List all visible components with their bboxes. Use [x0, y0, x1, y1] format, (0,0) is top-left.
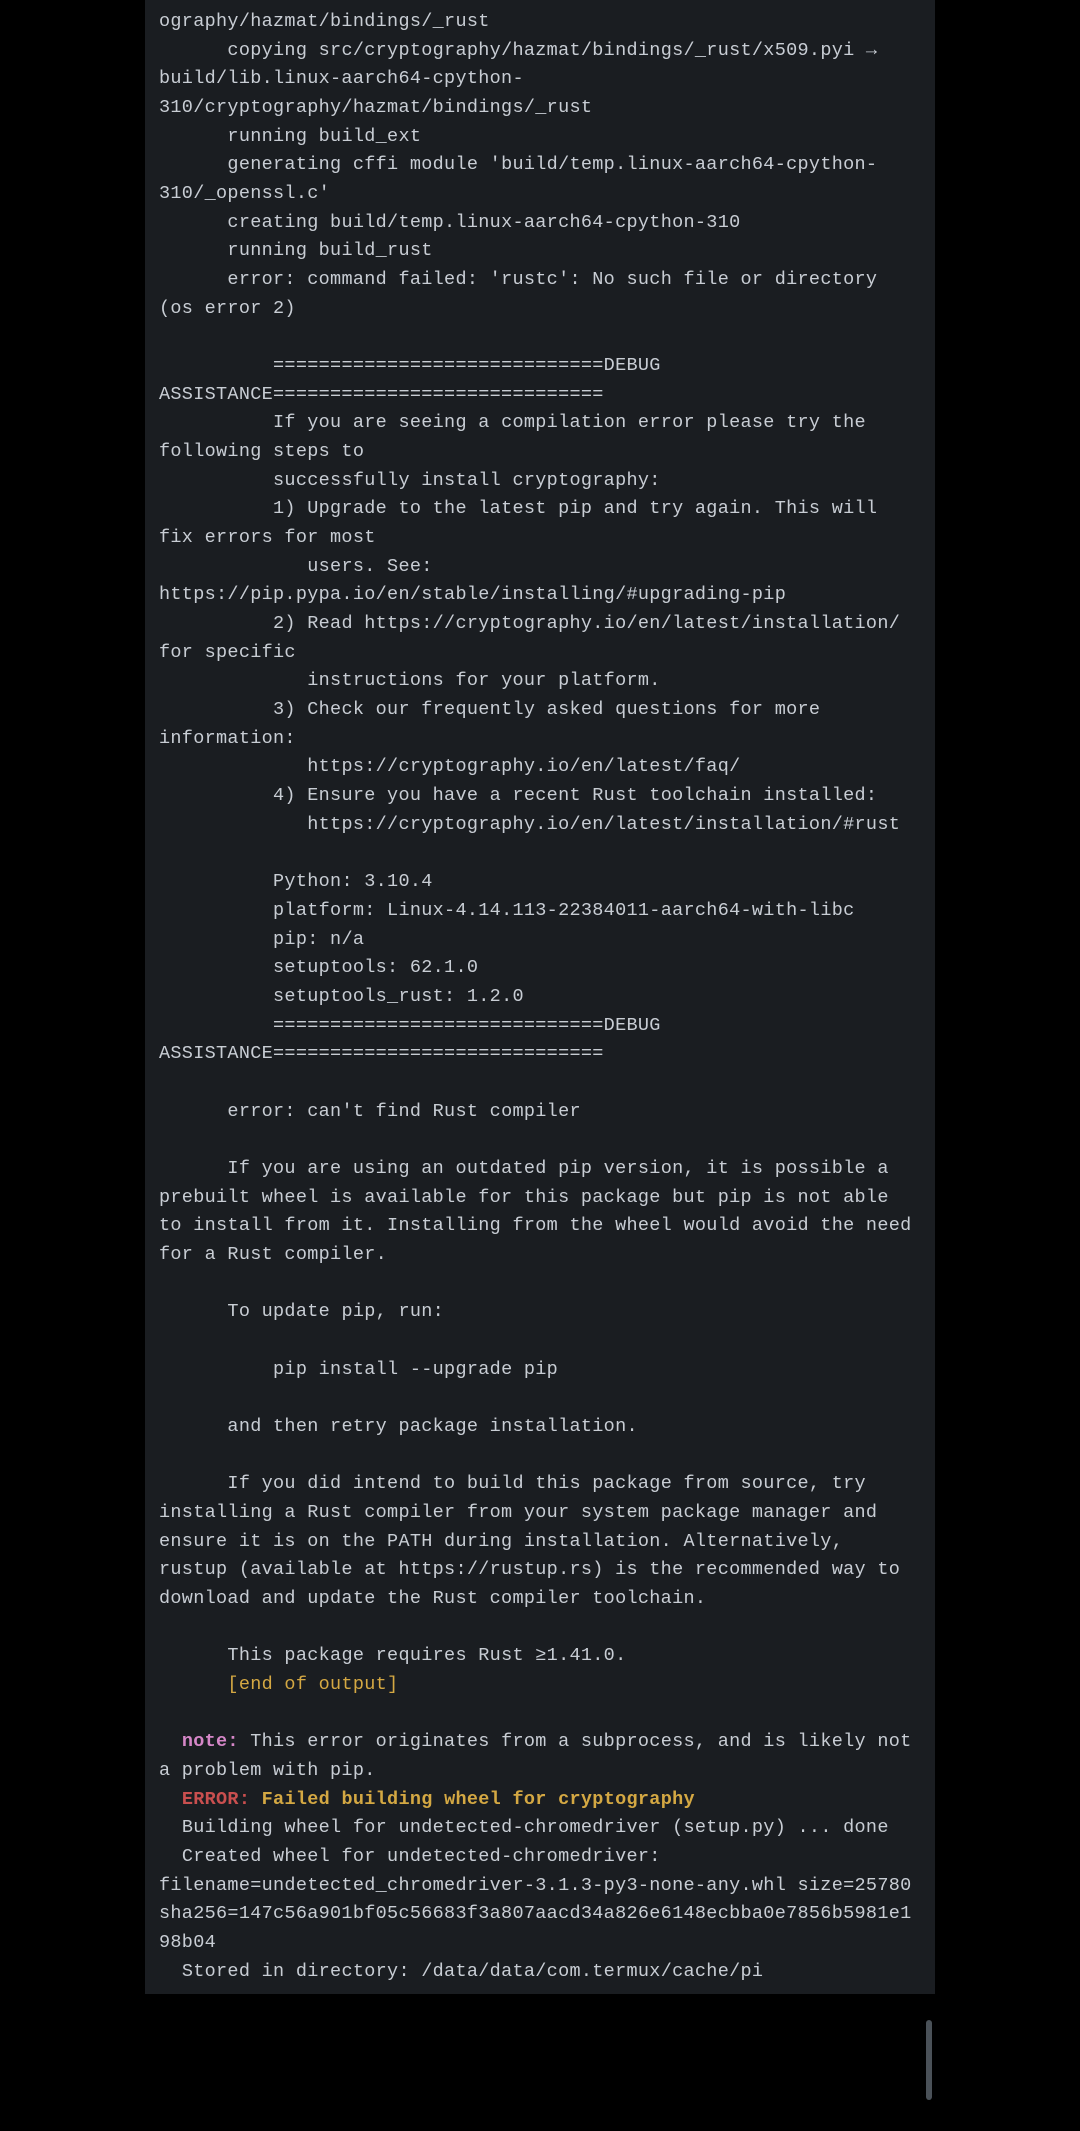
- terminal-line: [159, 1700, 921, 1729]
- terminal-line: [159, 839, 921, 868]
- terminal-line: Python: 3.10.4: [159, 868, 921, 897]
- terminal-line: [159, 1442, 921, 1471]
- terminal-line: 3) Check our frequently asked questions …: [159, 696, 921, 753]
- terminal-line: Stored in directory: /data/data/com.term…: [159, 1958, 921, 1987]
- terminal-container: ography/hazmat/bindings/_rust copying sr…: [145, 0, 935, 1994]
- terminal-line: Created wheel for undetected-chromedrive…: [159, 1843, 921, 1958]
- terminal-line: instructions for your platform.: [159, 667, 921, 696]
- terminal-line: pip: n/a: [159, 926, 921, 955]
- terminal-line: 4) Ensure you have a recent Rust toolcha…: [159, 782, 921, 811]
- terminal-line: error: command failed: 'rustc': No such …: [159, 266, 921, 323]
- terminal-line: error: can't find Rust compiler: [159, 1098, 921, 1127]
- terminal-line: running build_ext: [159, 123, 921, 152]
- terminal-line: =============================DEBUG ASSIS…: [159, 352, 921, 409]
- terminal-line: [159, 1614, 921, 1643]
- terminal-line: [159, 323, 921, 352]
- terminal-line: successfully install cryptography:: [159, 467, 921, 496]
- terminal-line-end-output: [end of output]: [159, 1671, 921, 1700]
- terminal-line-note: note: This error originates from a subpr…: [159, 1728, 921, 1785]
- error-label: ERROR:: [159, 1789, 250, 1810]
- terminal-line: platform: Linux-4.14.113-22384011-aarch6…: [159, 897, 921, 926]
- terminal-line: To update pip, run:: [159, 1298, 921, 1327]
- terminal-line: Building wheel for undetected-chromedriv…: [159, 1814, 921, 1843]
- terminal-line: If you are seeing a compilation error pl…: [159, 409, 921, 466]
- terminal-line: If you are using an outdated pip version…: [159, 1155, 921, 1270]
- terminal-line: https://cryptography.io/en/latest/faq/: [159, 753, 921, 782]
- terminal-line: 2) Read https://cryptography.io/en/lates…: [159, 610, 921, 667]
- terminal-line: running build_rust: [159, 237, 921, 266]
- note-label: note:: [159, 1731, 239, 1752]
- terminal-line: ography/hazmat/bindings/_rust: [159, 8, 921, 37]
- terminal-line: [159, 1126, 921, 1155]
- note-text: This error originates from a subprocess,…: [159, 1731, 923, 1781]
- terminal-line: setuptools_rust: 1.2.0: [159, 983, 921, 1012]
- terminal-line: users. See: https://pip.pypa.io/en/stabl…: [159, 553, 921, 610]
- terminal-line: [159, 1384, 921, 1413]
- terminal-line: and then retry package installation.: [159, 1413, 921, 1442]
- terminal-line: https://cryptography.io/en/latest/instal…: [159, 811, 921, 840]
- terminal-line: pip install --upgrade pip: [159, 1356, 921, 1385]
- terminal-line: setuptools: 62.1.0: [159, 954, 921, 983]
- terminal-line: copying src/cryptography/hazmat/bindings…: [159, 37, 921, 123]
- error-text: Failed building wheel for cryptography: [250, 1789, 695, 1810]
- terminal-line: This package requires Rust ≥1.41.0.: [159, 1642, 921, 1671]
- terminal-line: generating cffi module 'build/temp.linux…: [159, 151, 921, 208]
- terminal-line: =============================DEBUG ASSIS…: [159, 1012, 921, 1069]
- scrollbar[interactable]: [926, 2020, 932, 2100]
- terminal-line: [159, 1270, 921, 1299]
- terminal-line: [159, 1327, 921, 1356]
- terminal-output[interactable]: ography/hazmat/bindings/_rust copying sr…: [159, 8, 921, 1986]
- terminal-line-error: ERROR: Failed building wheel for cryptog…: [159, 1786, 921, 1815]
- terminal-line: creating build/temp.linux-aarch64-cpytho…: [159, 209, 921, 238]
- terminal-line: [159, 1069, 921, 1098]
- terminal-line: 1) Upgrade to the latest pip and try aga…: [159, 495, 921, 552]
- terminal-line: If you did intend to build this package …: [159, 1470, 921, 1613]
